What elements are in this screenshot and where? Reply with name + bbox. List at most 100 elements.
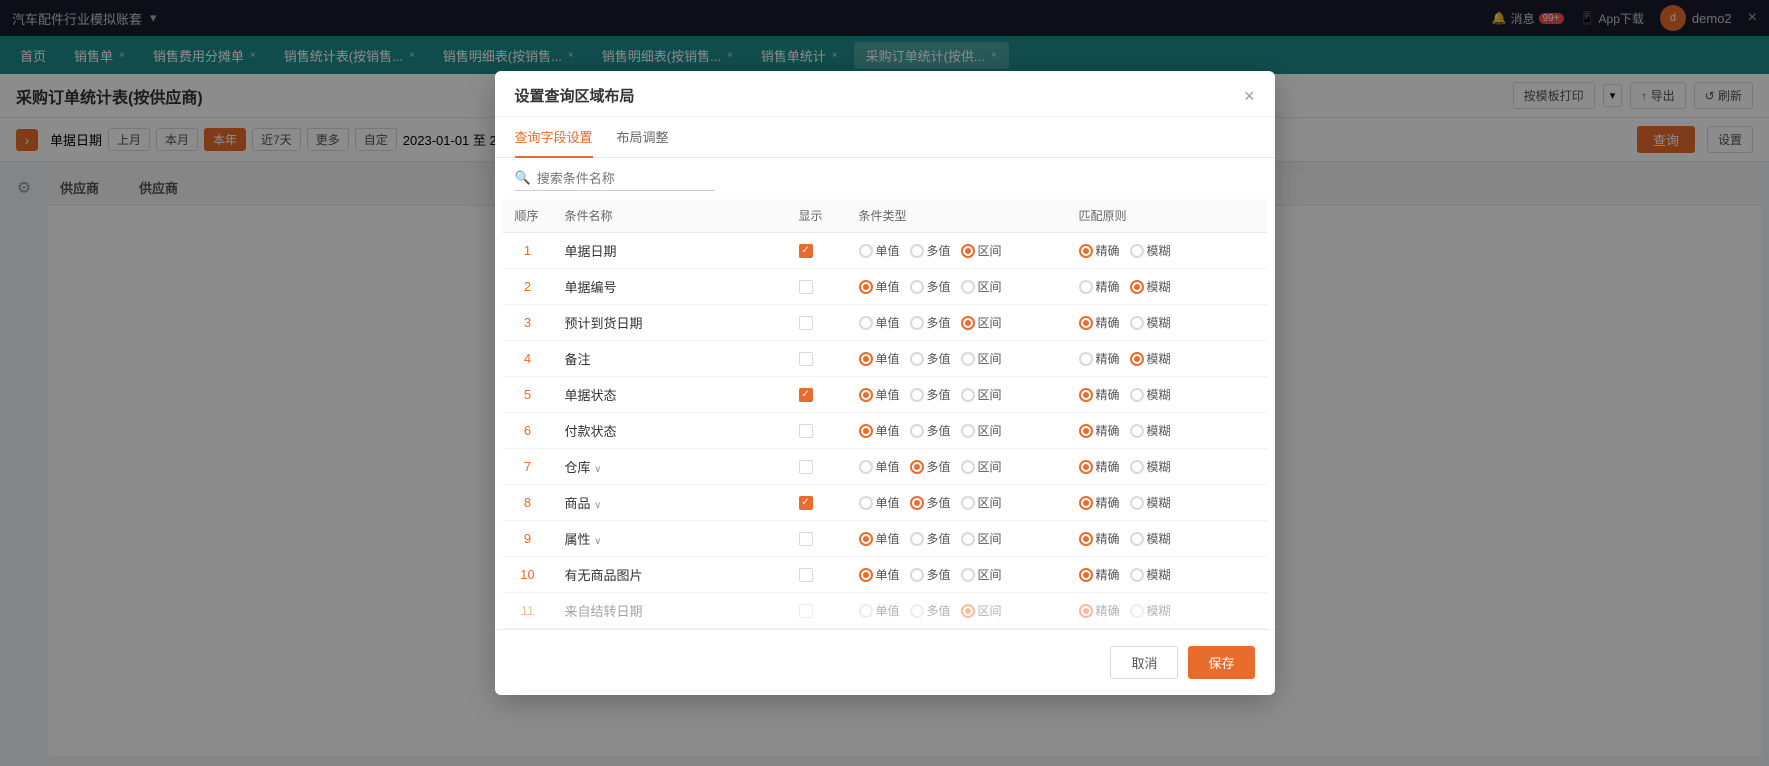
type-radio-item[interactable]: 多值 (910, 566, 951, 583)
cell-display[interactable] (787, 449, 847, 485)
cell-display[interactable] (787, 557, 847, 593)
match-radio-item[interactable]: 精确 (1079, 602, 1120, 619)
type-radio-item[interactable]: 多值 (910, 458, 951, 475)
type-radio-item[interactable]: 单值 (859, 314, 900, 331)
dropdown-icon[interactable]: ∨ (594, 500, 601, 511)
type-radio-item[interactable]: 多值 (910, 530, 951, 547)
match-radio-item[interactable]: 模糊 (1130, 386, 1171, 403)
type-radio-item[interactable]: 区间 (961, 350, 1002, 367)
cell-type: 单值 多值区间 (847, 413, 1067, 449)
display-checkbox[interactable]: ✓ (799, 388, 813, 402)
type-radio-item[interactable]: 区间 (961, 278, 1002, 295)
modal-close-button[interactable]: × (1244, 87, 1255, 105)
display-checkbox[interactable] (799, 280, 813, 294)
display-checkbox[interactable]: ✓ (799, 244, 813, 258)
cell-display[interactable] (787, 413, 847, 449)
radio-circle (910, 532, 924, 546)
match-radio-item[interactable]: 精确 (1079, 350, 1120, 367)
type-radio-item[interactable]: 多值 (910, 242, 951, 259)
cell-order: 7 (503, 449, 553, 485)
type-radio-item[interactable]: 单值 (859, 458, 900, 475)
type-radio-item[interactable]: 单值 (859, 494, 900, 511)
type-radio-item[interactable]: 单值 (859, 422, 900, 439)
type-radio-item[interactable]: 区间 (961, 422, 1002, 439)
match-radio-item[interactable]: 精确 (1079, 386, 1120, 403)
match-radio-item[interactable]: 精确 (1079, 422, 1120, 439)
cell-display[interactable] (787, 269, 847, 305)
radio-label: 多值 (927, 494, 951, 511)
type-radio-item[interactable]: 多值 (910, 386, 951, 403)
type-radio-item[interactable]: 多值 (910, 314, 951, 331)
match-radio-item[interactable]: 模糊 (1130, 242, 1171, 259)
cell-display[interactable]: ✓ (787, 377, 847, 413)
radio-label: 精确 (1096, 602, 1120, 619)
search-input[interactable] (537, 171, 697, 186)
match-radio-item[interactable]: 精确 (1079, 458, 1120, 475)
type-radio-item[interactable]: 区间 (961, 314, 1002, 331)
dropdown-icon[interactable]: ∨ (594, 464, 601, 475)
radio-label: 精确 (1096, 494, 1120, 511)
radio-label: 区间 (978, 566, 1002, 583)
type-radio-item[interactable]: 单值 (859, 350, 900, 367)
type-radio-item[interactable]: 多值 (910, 602, 951, 619)
radio-label: 区间 (978, 350, 1002, 367)
type-radio-item[interactable]: 单值 (859, 530, 900, 547)
save-button[interactable]: 保存 (1188, 646, 1254, 679)
dropdown-icon[interactable]: ∨ (594, 536, 601, 547)
match-radio-item[interactable]: 模糊 (1130, 530, 1171, 547)
type-radio-item[interactable]: 区间 (961, 242, 1002, 259)
type-radio-item[interactable]: 多值 (910, 422, 951, 439)
radio-label: 单值 (876, 242, 900, 259)
cell-display[interactable] (787, 593, 847, 629)
radio-label: 多值 (927, 422, 951, 439)
cell-display[interactable]: ✓ (787, 485, 847, 521)
type-radio-item[interactable]: 区间 (961, 494, 1002, 511)
display-checkbox[interactable] (799, 568, 813, 582)
display-checkbox[interactable] (799, 604, 813, 618)
display-checkbox[interactable] (799, 460, 813, 474)
match-radio-item[interactable]: 精确 (1079, 566, 1120, 583)
type-radio-item[interactable]: 单值 (859, 602, 900, 619)
display-checkbox[interactable] (799, 316, 813, 330)
display-checkbox[interactable] (799, 424, 813, 438)
cancel-button[interactable]: 取消 (1110, 646, 1178, 679)
type-radio-item[interactable]: 多值 (910, 278, 951, 295)
match-radio-item[interactable]: 精确 (1079, 530, 1120, 547)
type-radio-item[interactable]: 区间 (961, 458, 1002, 475)
type-radio-item[interactable]: 单值 (859, 386, 900, 403)
cell-display[interactable] (787, 305, 847, 341)
match-radio-item[interactable]: 模糊 (1130, 278, 1171, 295)
match-radio-item[interactable]: 模糊 (1130, 314, 1171, 331)
type-radio-item[interactable]: 多值 (910, 494, 951, 511)
match-radio-item[interactable]: 模糊 (1130, 350, 1171, 367)
cell-display[interactable] (787, 521, 847, 557)
modal-tab-query-fields[interactable]: 查询字段设置 (515, 117, 593, 158)
display-checkbox[interactable] (799, 352, 813, 366)
cell-name: 来自结转日期 (553, 593, 787, 629)
type-radio-item[interactable]: 区间 (961, 530, 1002, 547)
type-radio-item[interactable]: 区间 (961, 602, 1002, 619)
match-radio-item[interactable]: 精确 (1079, 242, 1120, 259)
type-radio-item[interactable]: 区间 (961, 566, 1002, 583)
radio-label: 模糊 (1147, 458, 1171, 475)
cell-display[interactable] (787, 341, 847, 377)
display-checkbox[interactable]: ✓ (799, 496, 813, 510)
match-radio-item[interactable]: 模糊 (1130, 458, 1171, 475)
match-radio-item[interactable]: 模糊 (1130, 566, 1171, 583)
match-radio-item[interactable]: 模糊 (1130, 494, 1171, 511)
match-radio-item[interactable]: 模糊 (1130, 602, 1171, 619)
cell-name: 仓库 ∨ (553, 449, 787, 485)
cell-display[interactable]: ✓ (787, 233, 847, 269)
type-radio-item[interactable]: 单值 (859, 278, 900, 295)
modal-tab-layout[interactable]: 布局调整 (617, 117, 669, 158)
type-radio-item[interactable]: 单值 (859, 242, 900, 259)
match-radio-item[interactable]: 精确 (1079, 494, 1120, 511)
match-radio-item[interactable]: 精确 (1079, 314, 1120, 331)
display-checkbox[interactable] (799, 532, 813, 546)
type-radio-item[interactable]: 单值 (859, 566, 900, 583)
type-radio-item[interactable]: 区间 (961, 386, 1002, 403)
match-radio-item[interactable]: 模糊 (1130, 422, 1171, 439)
type-radio-item[interactable]: 多值 (910, 350, 951, 367)
radio-label: 单值 (876, 386, 900, 403)
match-radio-item[interactable]: 精确 (1079, 278, 1120, 295)
